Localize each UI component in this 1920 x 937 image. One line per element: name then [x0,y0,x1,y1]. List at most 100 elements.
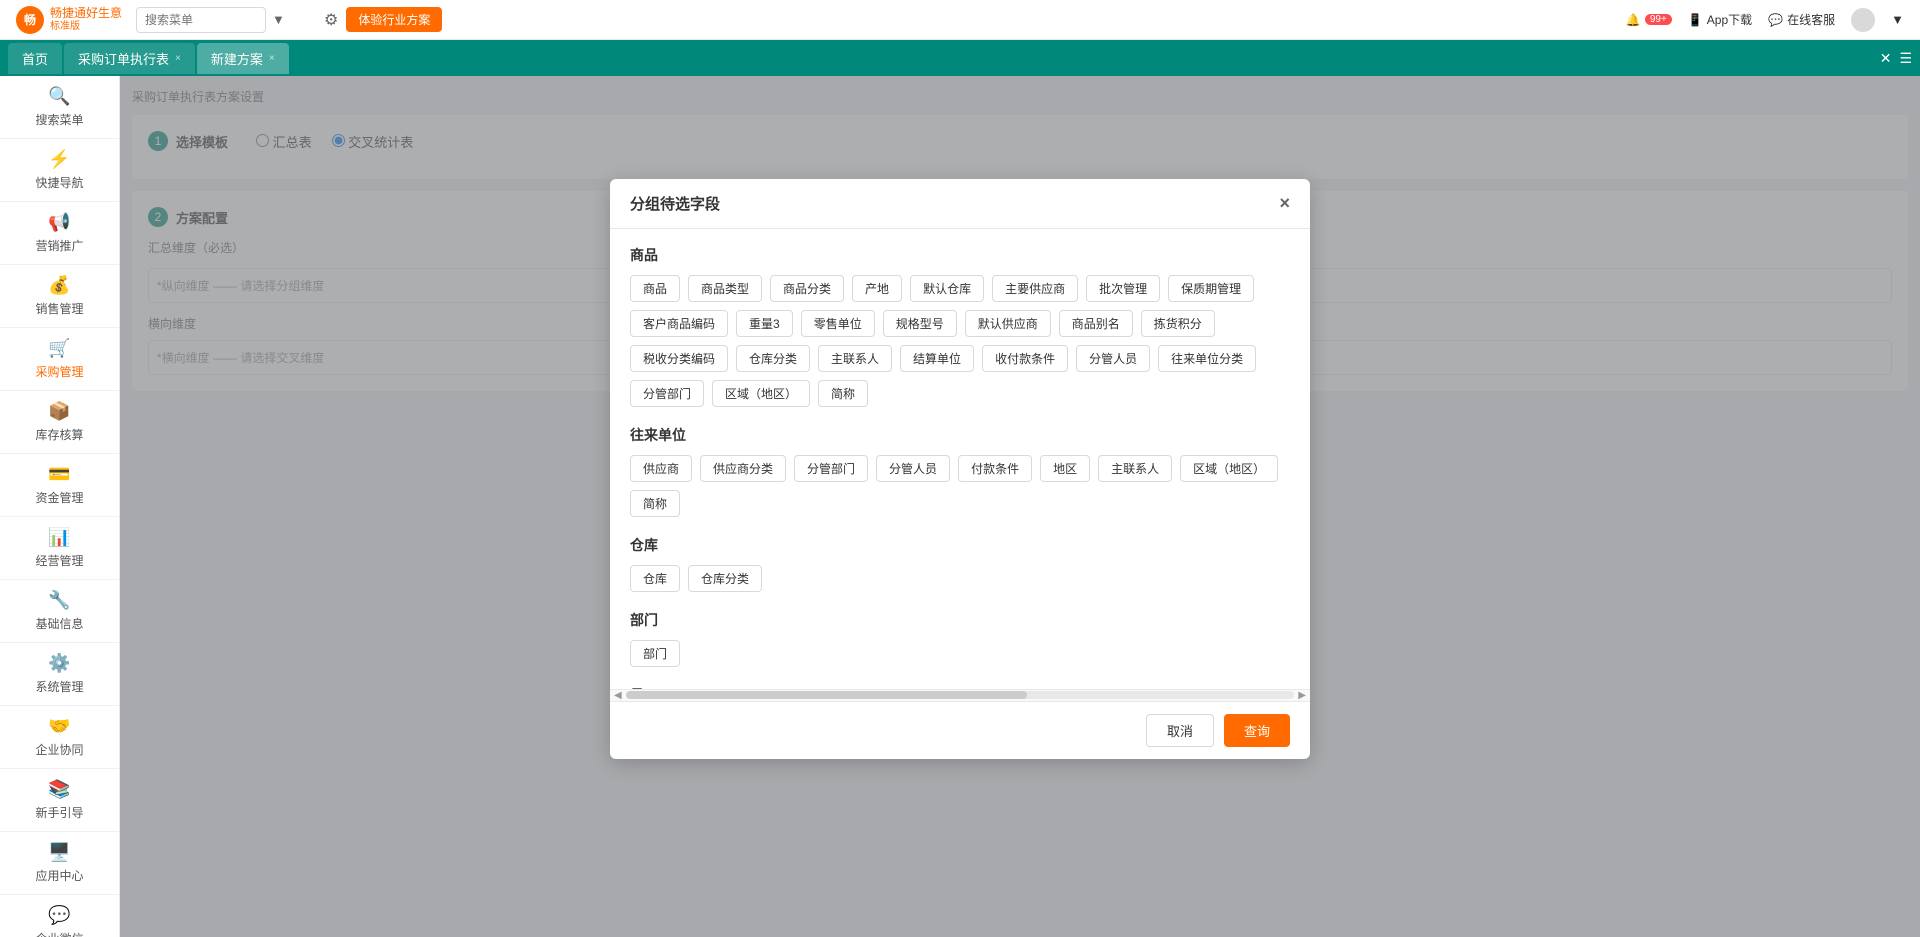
field-tag[interactable]: 简称 [818,380,868,407]
scroll-right-arrow[interactable]: ▶ [1298,690,1306,701]
sidebar-item-system-label: 系统管理 [35,678,83,695]
scroll-track-horizontal[interactable] [626,691,1295,699]
field-tag[interactable]: 默认供应商 [965,310,1051,337]
field-tag[interactable]: 拣货积分 [1141,310,1215,337]
section-warehouse-title: 仓库 [630,535,1290,555]
field-tag[interactable]: 商品类型 [688,275,762,302]
tab-home[interactable]: 首页 [8,43,62,74]
confirm-button[interactable]: 查询 [1224,714,1290,747]
modal-body: 商品 商品 商品类型 商品分类 产地 默认仓库 主要供应商 批次管理 保质期管理… [610,229,1310,689]
field-tag[interactable]: 付款条件 [958,455,1032,482]
field-tag[interactable]: 部门 [630,640,680,667]
field-tag[interactable]: 商品别名 [1059,310,1133,337]
tab-purchase-exec-close[interactable]: × [175,53,181,64]
field-tag[interactable]: 分管部门 [630,380,704,407]
field-tag[interactable]: 区域（地区） [1180,455,1278,482]
field-tag[interactable]: 零售单位 [801,310,875,337]
app-download[interactable]: 📱 App下载 [1688,11,1752,28]
download-icon: 📱 [1688,13,1703,27]
section-department-title: 部门 [630,610,1290,630]
tab-purchase-exec-label: 采购订单执行表 [78,49,169,68]
field-tag[interactable]: 主要供应商 [992,275,1078,302]
notification-area[interactable]: 🔔 99+ [1626,13,1672,27]
experience-btn[interactable]: 体验行业方案 [346,7,442,32]
field-tag[interactable]: 往来单位分类 [1158,345,1256,372]
settings-icon[interactable]: ⚙ [324,10,338,30]
field-tag[interactable]: 商品分类 [770,275,844,302]
field-tag[interactable]: 地区 [1040,455,1090,482]
sidebar-item-collab[interactable]: 🤝 企业协同 [0,706,119,769]
section-product-tags: 商品 商品类型 商品分类 产地 默认仓库 主要供应商 批次管理 保质期管理 客户… [630,275,1290,407]
field-tag[interactable]: 简称 [630,490,680,517]
sidebar-item-marketing[interactable]: 📢 营销推广 [0,202,119,265]
sidebar-item-search[interactable]: 🔍 搜索菜单 [0,76,119,139]
sidebar-item-inventory-label: 库存核算 [35,426,83,443]
field-tag[interactable]: 分管人员 [876,455,950,482]
sidebar-item-wechat[interactable]: 💬 企业微信 [0,895,119,937]
modal-close-btn[interactable]: × [1279,193,1290,214]
section-partner: 往来单位 供应商 供应商分类 分管部门 分管人员 付款条件 地区 主联系人 区域… [630,425,1290,517]
sidebar-item-finance-label: 资金管理 [35,489,83,506]
tab-new-plan[interactable]: 新建方案 × [197,43,289,74]
field-tag[interactable]: 税收分类编码 [630,345,728,372]
field-tag[interactable]: 区域（地区） [712,380,810,407]
field-tag[interactable]: 收付款条件 [982,345,1068,372]
field-tag[interactable]: 客户商品编码 [630,310,728,337]
modal-horizontal-scrollbar[interactable]: ◀ ▶ [610,689,1310,701]
chevron-down-icon[interactable]: ▼ [272,12,285,27]
sidebar-item-finance[interactable]: 💳 资金管理 [0,454,119,517]
field-tag[interactable]: 结算单位 [900,345,974,372]
sidebar-item-basic-info[interactable]: 🔧 基础信息 [0,580,119,643]
sidebar-item-guide-label: 新手引导 [35,804,83,821]
scroll-thumb-horizontal[interactable] [626,691,1027,699]
field-tag[interactable]: 仓库 [630,565,680,592]
online-service[interactable]: 💬 在线客服 [1768,11,1835,28]
logo-text: 畅捷通好生意 标准版 [50,6,122,32]
tab-purchase-exec[interactable]: 采购订单执行表 × [64,43,195,74]
section-product-title: 商品 [630,245,1290,265]
field-tag[interactable]: 重量3 [736,310,793,337]
tab-close-all-icon[interactable]: ✕ [1880,50,1892,67]
field-tag[interactable]: 产地 [852,275,902,302]
sidebar-item-guide[interactable]: 📚 新手引导 [0,769,119,832]
sidebar-item-system[interactable]: ⚙️ 系统管理 [0,643,119,706]
search-icon: 🔍 [48,86,70,107]
sidebar-item-apps[interactable]: 🖥️ 应用中心 [0,832,119,895]
basic-info-icon: 🔧 [48,590,70,611]
field-tag[interactable]: 仓库分类 [688,565,762,592]
sidebar-item-management[interactable]: 📊 经营管理 [0,517,119,580]
field-tag[interactable]: 批次管理 [1086,275,1160,302]
field-tag[interactable]: 主联系人 [818,345,892,372]
field-tag[interactable]: 默认仓库 [910,275,984,302]
section-warehouse-tags: 仓库 仓库分类 [630,565,1290,592]
section-department-tags: 部门 [630,640,1290,667]
tab-new-plan-close[interactable]: × [269,53,275,64]
modal-footer: 取消 查询 [610,701,1310,759]
avatar[interactable] [1851,8,1875,32]
sidebar-item-wechat-label: 企业微信 [35,930,83,937]
field-tag[interactable]: 规格型号 [883,310,957,337]
section-partner-tags: 供应商 供应商分类 分管部门 分管人员 付款条件 地区 主联系人 区域（地区） … [630,455,1290,517]
field-tag[interactable]: 主联系人 [1098,455,1172,482]
field-tag[interactable]: 分管人员 [1076,345,1150,372]
scroll-left-arrow[interactable]: ◀ [614,690,622,701]
sidebar-item-purchase[interactable]: 🛒 采购管理 [0,328,119,391]
field-tag[interactable]: 供应商 [630,455,692,482]
guide-icon: 📚 [48,779,70,800]
section-partner-title: 往来单位 [630,425,1290,445]
search-input[interactable] [136,7,266,33]
field-tag[interactable]: 保质期管理 [1168,275,1254,302]
field-tag[interactable]: 供应商分类 [700,455,786,482]
sidebar-item-quicknav[interactable]: ⚡ 快捷导航 [0,139,119,202]
field-tag[interactable]: 商品 [630,275,680,302]
tab-bar-right: ✕ ☰ [1880,50,1912,67]
user-menu-icon[interactable]: ▼ [1891,12,1904,27]
field-tag[interactable]: 分管部门 [794,455,868,482]
sidebar-item-sales[interactable]: 💰 销售管理 [0,265,119,328]
field-tag[interactable]: 仓库分类 [736,345,810,372]
field-select-modal: 分组待选字段 × 商品 商品 商品类型 商品分类 产地 默认仓库 主要供应商 批… [610,179,1310,759]
sidebar-item-basic-info-label: 基础信息 [35,615,83,632]
tab-menu-icon[interactable]: ☰ [1899,50,1912,67]
sidebar-item-inventory[interactable]: 📦 库存核算 [0,391,119,454]
cancel-button[interactable]: 取消 [1146,714,1214,747]
